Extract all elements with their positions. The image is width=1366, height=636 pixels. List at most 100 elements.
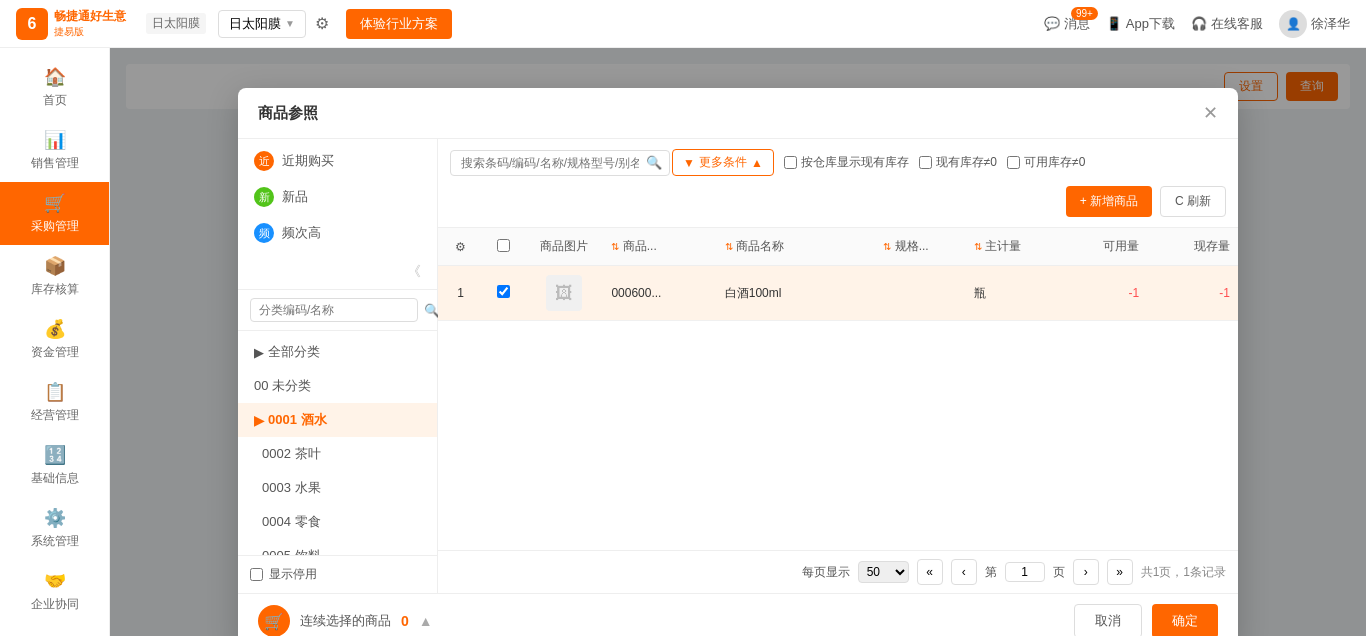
cart-count: 0 <box>401 613 409 629</box>
messages-badge: 99+ <box>1071 7 1098 20</box>
sidebar-item-basics[interactable]: 🔢 基础信息 <box>0 434 109 497</box>
first-page-btn[interactable]: « <box>917 559 943 585</box>
close-icon[interactable]: ✕ <box>1203 102 1218 124</box>
logo-text: 畅捷通好生意 捷易版 <box>54 8 126 39</box>
sidebar-item-inventory[interactable]: 📦 库存核算 <box>0 245 109 308</box>
prev-page-btn[interactable]: ‹ <box>951 559 977 585</box>
product-table-wrapper: ⚙ 商品图片 ⇅ 商品... ⇅ 商品名称 <box>438 228 1238 550</box>
category-item-00[interactable]: 00 未分类 <box>238 369 437 403</box>
warehouse-filter: 按仓库显示现有库存 <box>784 154 909 171</box>
finance-icon: 💰 <box>44 318 66 340</box>
user-profile[interactable]: 👤 徐泽华 <box>1279 10 1350 38</box>
col-image: 商品图片 <box>524 228 603 266</box>
sidebar-item-label: 基础信息 <box>31 470 79 487</box>
sidebar-item-home[interactable]: 🏠 首页 <box>0 56 109 119</box>
row-code: 000600... <box>603 266 716 321</box>
modal-body: 近 近期购买 新 新品 频 频次高 <box>238 139 1238 593</box>
sidebar-item-label: 采购管理 <box>31 218 79 235</box>
show-disabled-row: 显示停用 <box>238 555 437 593</box>
high-freq-label: 频次高 <box>282 224 321 242</box>
page-size-select[interactable]: 10 20 50 100 <box>858 561 909 583</box>
headset-icon: 🎧 <box>1191 16 1207 31</box>
main-layout: 🏠 首页 📊 销售管理 🛒 采购管理 📦 库存核算 💰 资金管理 📋 经营管理 … <box>0 48 1366 636</box>
add-product-btn[interactable]: + 新增商品 <box>1066 186 1152 217</box>
sidebar-item-system[interactable]: ⚙️ 系统管理 <box>0 497 109 560</box>
sidebar-item-label: 企业协同 <box>31 596 79 613</box>
category-search-input[interactable] <box>250 298 418 322</box>
new-product-icon: 新 <box>254 187 274 207</box>
row-available: -1 <box>1057 266 1148 321</box>
online-service-btn[interactable]: 🎧 在线客服 <box>1191 15 1263 33</box>
app-download-btn[interactable]: 📱 App下载 <box>1106 15 1175 33</box>
recent-buy-icon: 近 <box>254 151 274 171</box>
row-name: 白酒100ml <box>717 266 876 321</box>
system-icon: ⚙️ <box>44 507 66 529</box>
page-number-input[interactable] <box>1005 562 1045 582</box>
messages-btn[interactable]: 💬 消息 99+ <box>1044 15 1090 33</box>
category-item-0002[interactable]: 0002 茶叶 <box>238 437 437 471</box>
sidebar-item-guide[interactable]: 📖 新手引导 <box>0 623 109 636</box>
sidebar-item-sales[interactable]: 📊 销售管理 <box>0 119 109 182</box>
basics-icon: 🔢 <box>44 444 66 466</box>
app-logo: 6 畅捷通好生意 捷易版 <box>16 8 126 40</box>
ops-icon: 📋 <box>44 381 66 403</box>
sidebar-item-finance[interactable]: 💰 资金管理 <box>0 308 109 371</box>
select-all-checkbox[interactable] <box>497 239 510 252</box>
category-item-0005[interactable]: 0005 饮料 <box>238 539 437 555</box>
last-page-btn[interactable]: » <box>1107 559 1133 585</box>
chevron-down-icon: ▼ <box>285 18 295 29</box>
col-available: 可用量 <box>1057 228 1148 266</box>
category-item-0001[interactable]: ▶ 0001 酒水 <box>238 403 437 437</box>
sidebar-item-label: 销售管理 <box>31 155 79 172</box>
warehouse-checkbox[interactable] <box>784 156 797 169</box>
high-freq-icon: 频 <box>254 223 274 243</box>
product-table-body: 1 🖼 000600... 白酒100ml <box>438 266 1238 321</box>
row-seq: 1 <box>438 266 483 321</box>
recent-buy-label: 近期购买 <box>282 152 334 170</box>
high-freq-item[interactable]: 频 频次高 <box>238 215 437 251</box>
row-spec <box>875 266 966 321</box>
available-checkbox[interactable] <box>1007 156 1020 169</box>
cart-icon: 🛒 <box>258 605 290 636</box>
col-code: ⇅ 商品... <box>603 228 716 266</box>
cancel-btn[interactable]: 取消 <box>1074 604 1142 636</box>
brand-tag: 日太阳膜 <box>146 13 206 34</box>
product-search-icon[interactable]: 🔍 <box>646 155 662 170</box>
action-btns: + 新增商品 C 刷新 <box>1066 186 1226 217</box>
category-item-0004[interactable]: 0004 零食 <box>238 505 437 539</box>
brand-selector[interactable]: 日太阳膜 ▼ <box>218 10 306 38</box>
col-checkbox <box>483 228 524 266</box>
product-search-input[interactable] <box>450 150 670 176</box>
product-image: 🖼 <box>546 275 582 311</box>
sidebar-item-operations[interactable]: 📋 经营管理 <box>0 371 109 434</box>
show-disabled-checkbox[interactable] <box>250 568 263 581</box>
show-disabled-label: 显示停用 <box>269 566 317 583</box>
row-checkbox[interactable] <box>497 285 510 298</box>
total-info: 共1页，1条记录 <box>1141 564 1226 581</box>
message-icon: 💬 <box>1044 16 1060 31</box>
refresh-btn[interactable]: C 刷新 <box>1160 186 1226 217</box>
sidebar-item-label: 库存核算 <box>31 281 79 298</box>
stock-checkbox[interactable] <box>919 156 932 169</box>
collapse-left-btn[interactable]: 《 <box>407 263 421 281</box>
table-row[interactable]: 1 🖼 000600... 白酒100ml <box>438 266 1238 321</box>
recent-buy-item[interactable]: 近 近期购买 <box>238 143 437 179</box>
next-page-btn[interactable]: › <box>1073 559 1099 585</box>
new-product-item[interactable]: 新 新品 <box>238 179 437 215</box>
pagination-bar: 每页显示 10 20 50 100 « ‹ 第 页 <box>438 550 1238 593</box>
product-table: ⚙ 商品图片 ⇅ 商品... ⇅ 商品名称 <box>438 228 1238 321</box>
chevron-up-icon: ▲ <box>751 156 763 170</box>
modal-footer: 🛒 连续选择的商品 0 ▲ 取消 确定 <box>238 593 1238 636</box>
category-item-0003[interactable]: 0003 水果 <box>238 471 437 505</box>
experience-btn[interactable]: 体验行业方案 <box>346 9 452 39</box>
gear-icon[interactable]: ⚙ <box>306 8 338 40</box>
page-suffix: 页 <box>1053 564 1065 581</box>
home-icon: 🏠 <box>44 66 66 88</box>
sidebar-item-collab[interactable]: 🤝 企业协同 <box>0 560 109 623</box>
sidebar-item-purchase[interactable]: 🛒 采购管理 <box>0 182 109 245</box>
confirm-btn[interactable]: 确定 <box>1152 604 1218 636</box>
collapse-footer-icon[interactable]: ▲ <box>419 613 433 629</box>
filter-more-btn[interactable]: ▼ 更多条件 ▲ <box>672 149 774 176</box>
category-item-all[interactable]: ▶ 全部分类 <box>238 335 437 369</box>
left-panel: 近 近期购买 新 新品 频 频次高 <box>238 139 438 593</box>
